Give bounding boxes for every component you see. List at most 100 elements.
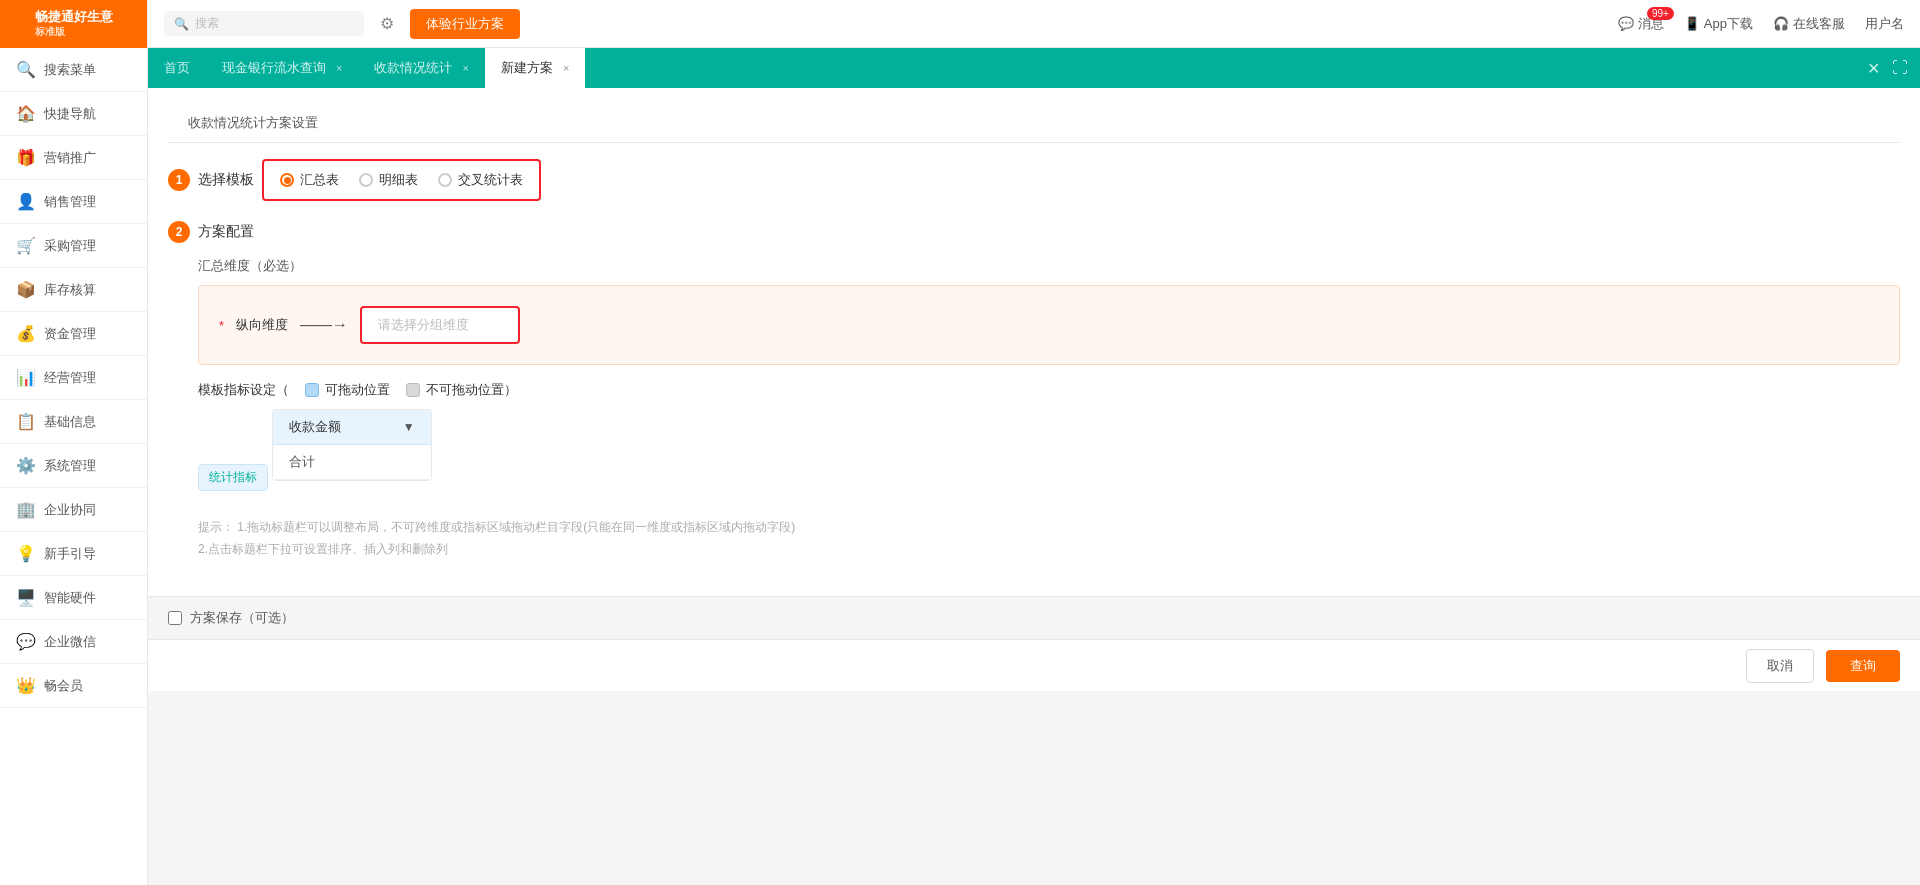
sidebar-label-basic-info: 基础信息	[44, 413, 96, 431]
user-icon: 👤	[16, 192, 36, 211]
service-icon: 🎧	[1773, 16, 1789, 31]
radio-detail[interactable]: 明细表	[359, 171, 418, 189]
tip-1: 提示： 1.拖动标题栏可以调整布局，不可跨维度或指标区域拖动栏目字段(只能在同一…	[198, 517, 1900, 539]
step2-label: 方案配置	[198, 223, 254, 241]
dimension-config-area: * 纵向维度 ——→ 请选择分组维度	[198, 285, 1900, 365]
save-section: 方案保存（可选）	[148, 596, 1920, 639]
radio-summary[interactable]: 汇总表	[280, 171, 339, 189]
tab-receipt-stats[interactable]: 收款情况统计 ×	[358, 48, 484, 88]
sidebar-label-smart-hw: 智能硬件	[44, 589, 96, 607]
sidebar-label-operations: 经营管理	[44, 369, 96, 387]
draggable-toggle: 可拖动位置	[305, 381, 390, 399]
message-badge[interactable]: 💬 消息 99+	[1618, 15, 1664, 33]
draggable-label: 可拖动位置	[325, 381, 390, 399]
wechat-icon: 💬	[16, 632, 36, 651]
sidebar-item-operations[interactable]: 📊 经营管理	[0, 356, 147, 400]
monitor-icon: 🖥️	[16, 588, 36, 607]
tab-bank-flow[interactable]: 现金银行流水查询 ×	[206, 48, 358, 88]
radio-detail-circle	[359, 173, 373, 187]
metrics-table: 收款金额 ▼ 合计	[272, 409, 432, 481]
user-account[interactable]: 用户名	[1865, 15, 1904, 33]
sidebar-item-smart-hw[interactable]: 🖥️ 智能硬件	[0, 576, 147, 620]
tab-home[interactable]: 首页	[148, 48, 206, 88]
industry-solution-button[interactable]: 体验行业方案	[410, 9, 520, 39]
cancel-button[interactable]: 取消	[1746, 649, 1814, 683]
topbar-right-area: 💬 消息 99+ 📱 App下载 🎧 在线客服 用户名	[1618, 15, 1904, 33]
online-service-link[interactable]: 🎧 在线客服	[1773, 15, 1845, 33]
sidebar-item-wechat[interactable]: 💬 企业微信	[0, 620, 147, 664]
sidebar-item-system[interactable]: ⚙️ 系统管理	[0, 444, 147, 488]
app-download-link[interactable]: 📱 App下载	[1684, 15, 1753, 33]
sidebar-label-enterprise-collab: 企业协同	[44, 501, 96, 519]
tab-home-label: 首页	[164, 59, 190, 77]
tab-receipt-stats-label: 收款情况统计	[374, 59, 452, 77]
sidebar-item-inventory[interactable]: 📦 库存核算	[0, 268, 147, 312]
sidebar-label-finance: 资金管理	[44, 325, 96, 343]
sidebar-item-quick-nav[interactable]: 🏠 快捷导航	[0, 92, 147, 136]
radio-summary-label: 汇总表	[300, 171, 339, 189]
sidebar-item-finance[interactable]: 💰 资金管理	[0, 312, 147, 356]
sidebar-logo: 畅捷通好生意 标准版	[0, 0, 147, 48]
download-label: App下载	[1704, 15, 1753, 33]
bulb-icon: 💡	[16, 544, 36, 563]
arrow-icon: ——→	[300, 316, 348, 334]
chevron-down-icon[interactable]: ▼	[403, 420, 415, 434]
tab-new-plan-label: 新建方案	[501, 59, 553, 77]
sidebar-item-purchase[interactable]: 🛒 采购管理	[0, 224, 147, 268]
footer-bar: 取消 查询	[148, 639, 1920, 691]
clipboard-icon: 📋	[16, 412, 36, 431]
metrics-col-header[interactable]: 收款金额 ▼	[273, 410, 431, 445]
sidebar-item-marketing[interactable]: 🎁 营销推广	[0, 136, 147, 180]
nav-tabs-bar: 首页 现金银行流水查询 × 收款情况统计 × 新建方案 × ✕ ⛶	[148, 48, 1920, 88]
radio-detail-label: 明细表	[379, 171, 418, 189]
logo-version: 标准版	[35, 25, 113, 39]
search-icon-topbar: 🔍	[174, 17, 189, 31]
page-body: 收款情况统计方案设置 1 选择模板 汇总表 明细表	[148, 88, 1920, 596]
sidebar-label-search: 搜索菜单	[44, 61, 96, 79]
required-star: *	[219, 318, 224, 333]
close-window-icon[interactable]: ✕	[1867, 59, 1880, 78]
cart-icon: 🛒	[16, 236, 36, 255]
page-header: 收款情况统计方案设置	[168, 104, 1900, 143]
non-draggable-indicator	[406, 383, 420, 397]
sidebar-item-sales[interactable]: 👤 销售管理	[0, 180, 147, 224]
sidebar-label-inventory: 库存核算	[44, 281, 96, 299]
tab-new-plan[interactable]: 新建方案 ×	[485, 48, 585, 88]
settings-icon-topbar[interactable]: ⚙	[380, 14, 394, 33]
metrics-section: 模板指标设定（ 可拖动位置 不可拖动位置） 统	[198, 381, 1900, 560]
radio-cross-circle	[438, 173, 452, 187]
close-tab-bank-flow[interactable]: ×	[336, 62, 342, 74]
message-icon: 💬	[1618, 16, 1634, 31]
vertical-dim-label: 纵向维度	[236, 316, 288, 334]
chart-icon: 📊	[16, 368, 36, 387]
sidebar-label-guide: 新手引导	[44, 545, 96, 563]
gift-icon: 🎁	[16, 148, 36, 167]
sidebar-item-enterprise-collab[interactable]: 🏢 企业协同	[0, 488, 147, 532]
box-icon: 📦	[16, 280, 36, 299]
crown-icon: 👑	[16, 676, 36, 695]
step2-number: 2	[168, 221, 190, 243]
radio-cross[interactable]: 交叉统计表	[438, 171, 523, 189]
query-button[interactable]: 查询	[1826, 650, 1900, 682]
topbar-search-box[interactable]: 🔍 搜索	[164, 11, 364, 36]
service-label: 在线客服	[1793, 15, 1845, 33]
dimension-select-placeholder: 请选择分组维度	[378, 317, 469, 332]
template-radio-group: 汇总表 明细表 交叉统计表	[262, 159, 541, 201]
metrics-header-text: 模板指标设定（	[198, 381, 289, 399]
close-tab-new-plan[interactable]: ×	[563, 62, 569, 74]
step1-label: 选择模板	[198, 171, 254, 189]
sidebar-item-member[interactable]: 👑 畅会员	[0, 664, 147, 708]
close-tab-receipt-stats[interactable]: ×	[462, 62, 468, 74]
sidebar-label-purchase: 采购管理	[44, 237, 96, 255]
tip-2: 2.点击标题栏下拉可设置排序、插入列和删除列	[198, 539, 1900, 561]
sidebar-item-guide[interactable]: 💡 新手引导	[0, 532, 147, 576]
sidebar-item-basic-info[interactable]: 📋 基础信息	[0, 400, 147, 444]
sidebar-label-member: 畅会员	[44, 677, 83, 695]
sidebar: 畅捷通好生意 标准版 🔍 搜索菜单 🏠 快捷导航 🎁 营销推广 👤 销售管理 🛒…	[0, 0, 148, 885]
save-checkbox[interactable]	[168, 611, 182, 625]
maximize-icon[interactable]: ⛶	[1892, 59, 1908, 77]
dimension-select-dropdown[interactable]: 请选择分组维度	[360, 306, 520, 344]
save-label: 方案保存（可选）	[190, 609, 294, 627]
radio-summary-circle	[280, 173, 294, 187]
sidebar-item-search[interactable]: 🔍 搜索菜单	[0, 48, 147, 92]
